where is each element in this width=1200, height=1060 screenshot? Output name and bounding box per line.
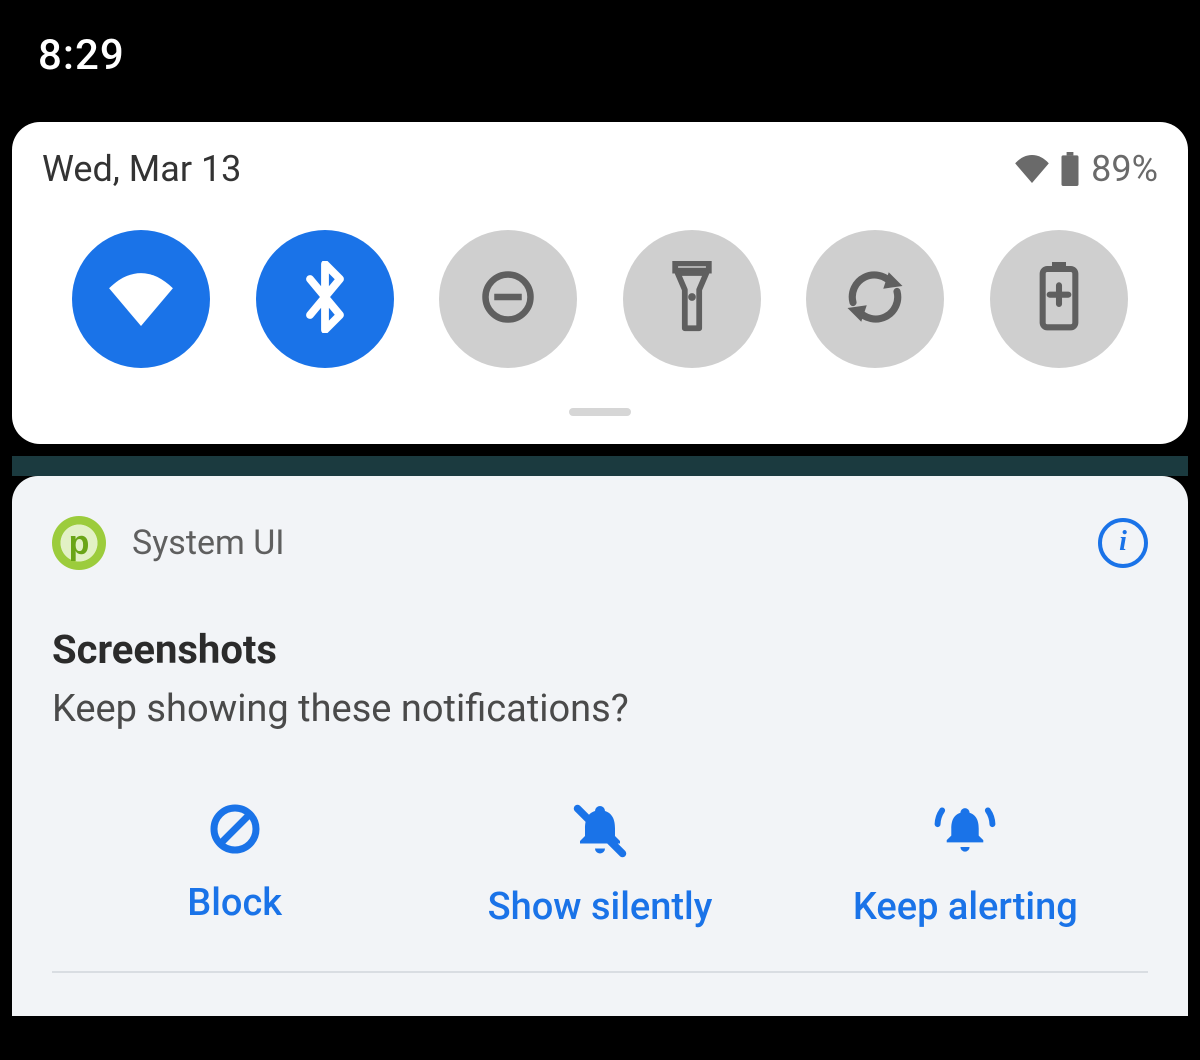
notification-actions: Block Show silently Keep alerting [52, 801, 1148, 945]
quick-settings-header: Wed, Mar 13 89% [42, 148, 1158, 190]
action-show-silently[interactable]: Show silently [419, 801, 781, 929]
android-p-icon: p [52, 516, 106, 570]
qs-tile-row [42, 190, 1158, 398]
battery-percent: 89% [1091, 148, 1158, 190]
wallpaper-peek [12, 456, 1188, 476]
qs-tile-wifi[interactable] [72, 230, 210, 368]
battery-saver-icon [1037, 262, 1081, 336]
qs-tile-bluetooth[interactable] [256, 230, 394, 368]
wifi-status-icon [1015, 155, 1049, 183]
notification-title: Screenshots [52, 626, 1148, 673]
action-block[interactable]: Block [54, 801, 416, 929]
qs-date: Wed, Mar 13 [42, 148, 241, 190]
qs-tile-flashlight[interactable] [623, 230, 761, 368]
action-keep-alerting[interactable]: Keep alerting [784, 801, 1146, 929]
quick-settings-panel: Wed, Mar 13 89% [12, 122, 1188, 444]
battery-status-icon [1061, 152, 1079, 186]
qs-tile-autorotate[interactable] [806, 230, 944, 368]
qs-status-icons: 89% [1015, 148, 1158, 190]
notification-app-name: System UI [132, 523, 285, 563]
status-time: 8:29 [38, 31, 125, 80]
wifi-icon [105, 268, 177, 330]
info-icon: i [1119, 528, 1127, 556]
notification-body: Screenshots Keep showing these notificat… [52, 626, 1148, 731]
dnd-icon [478, 267, 538, 331]
qs-drag-handle[interactable] [569, 408, 631, 416]
autorotate-icon [842, 264, 908, 334]
qs-tile-dnd[interactable] [439, 230, 577, 368]
action-silent-label: Show silently [488, 885, 713, 929]
notification-card: p System UI i Screenshots Keep showing t… [12, 476, 1188, 1016]
flashlight-icon [670, 261, 714, 337]
bell-silent-icon [570, 801, 630, 871]
action-alert-label: Keep alerting [853, 885, 1078, 929]
notification-divider [52, 971, 1148, 973]
status-bar: 8:29 [0, 0, 1200, 110]
bluetooth-icon [301, 261, 349, 337]
bell-alert-icon [933, 801, 997, 871]
notification-app: p System UI [52, 516, 285, 570]
block-icon [207, 801, 263, 867]
action-block-label: Block [187, 881, 282, 925]
notification-info-button[interactable]: i [1098, 518, 1148, 568]
notification-header: p System UI i [52, 516, 1148, 570]
notification-text: Keep showing these notifications? [52, 687, 1148, 731]
qs-tile-battery-saver[interactable] [990, 230, 1128, 368]
